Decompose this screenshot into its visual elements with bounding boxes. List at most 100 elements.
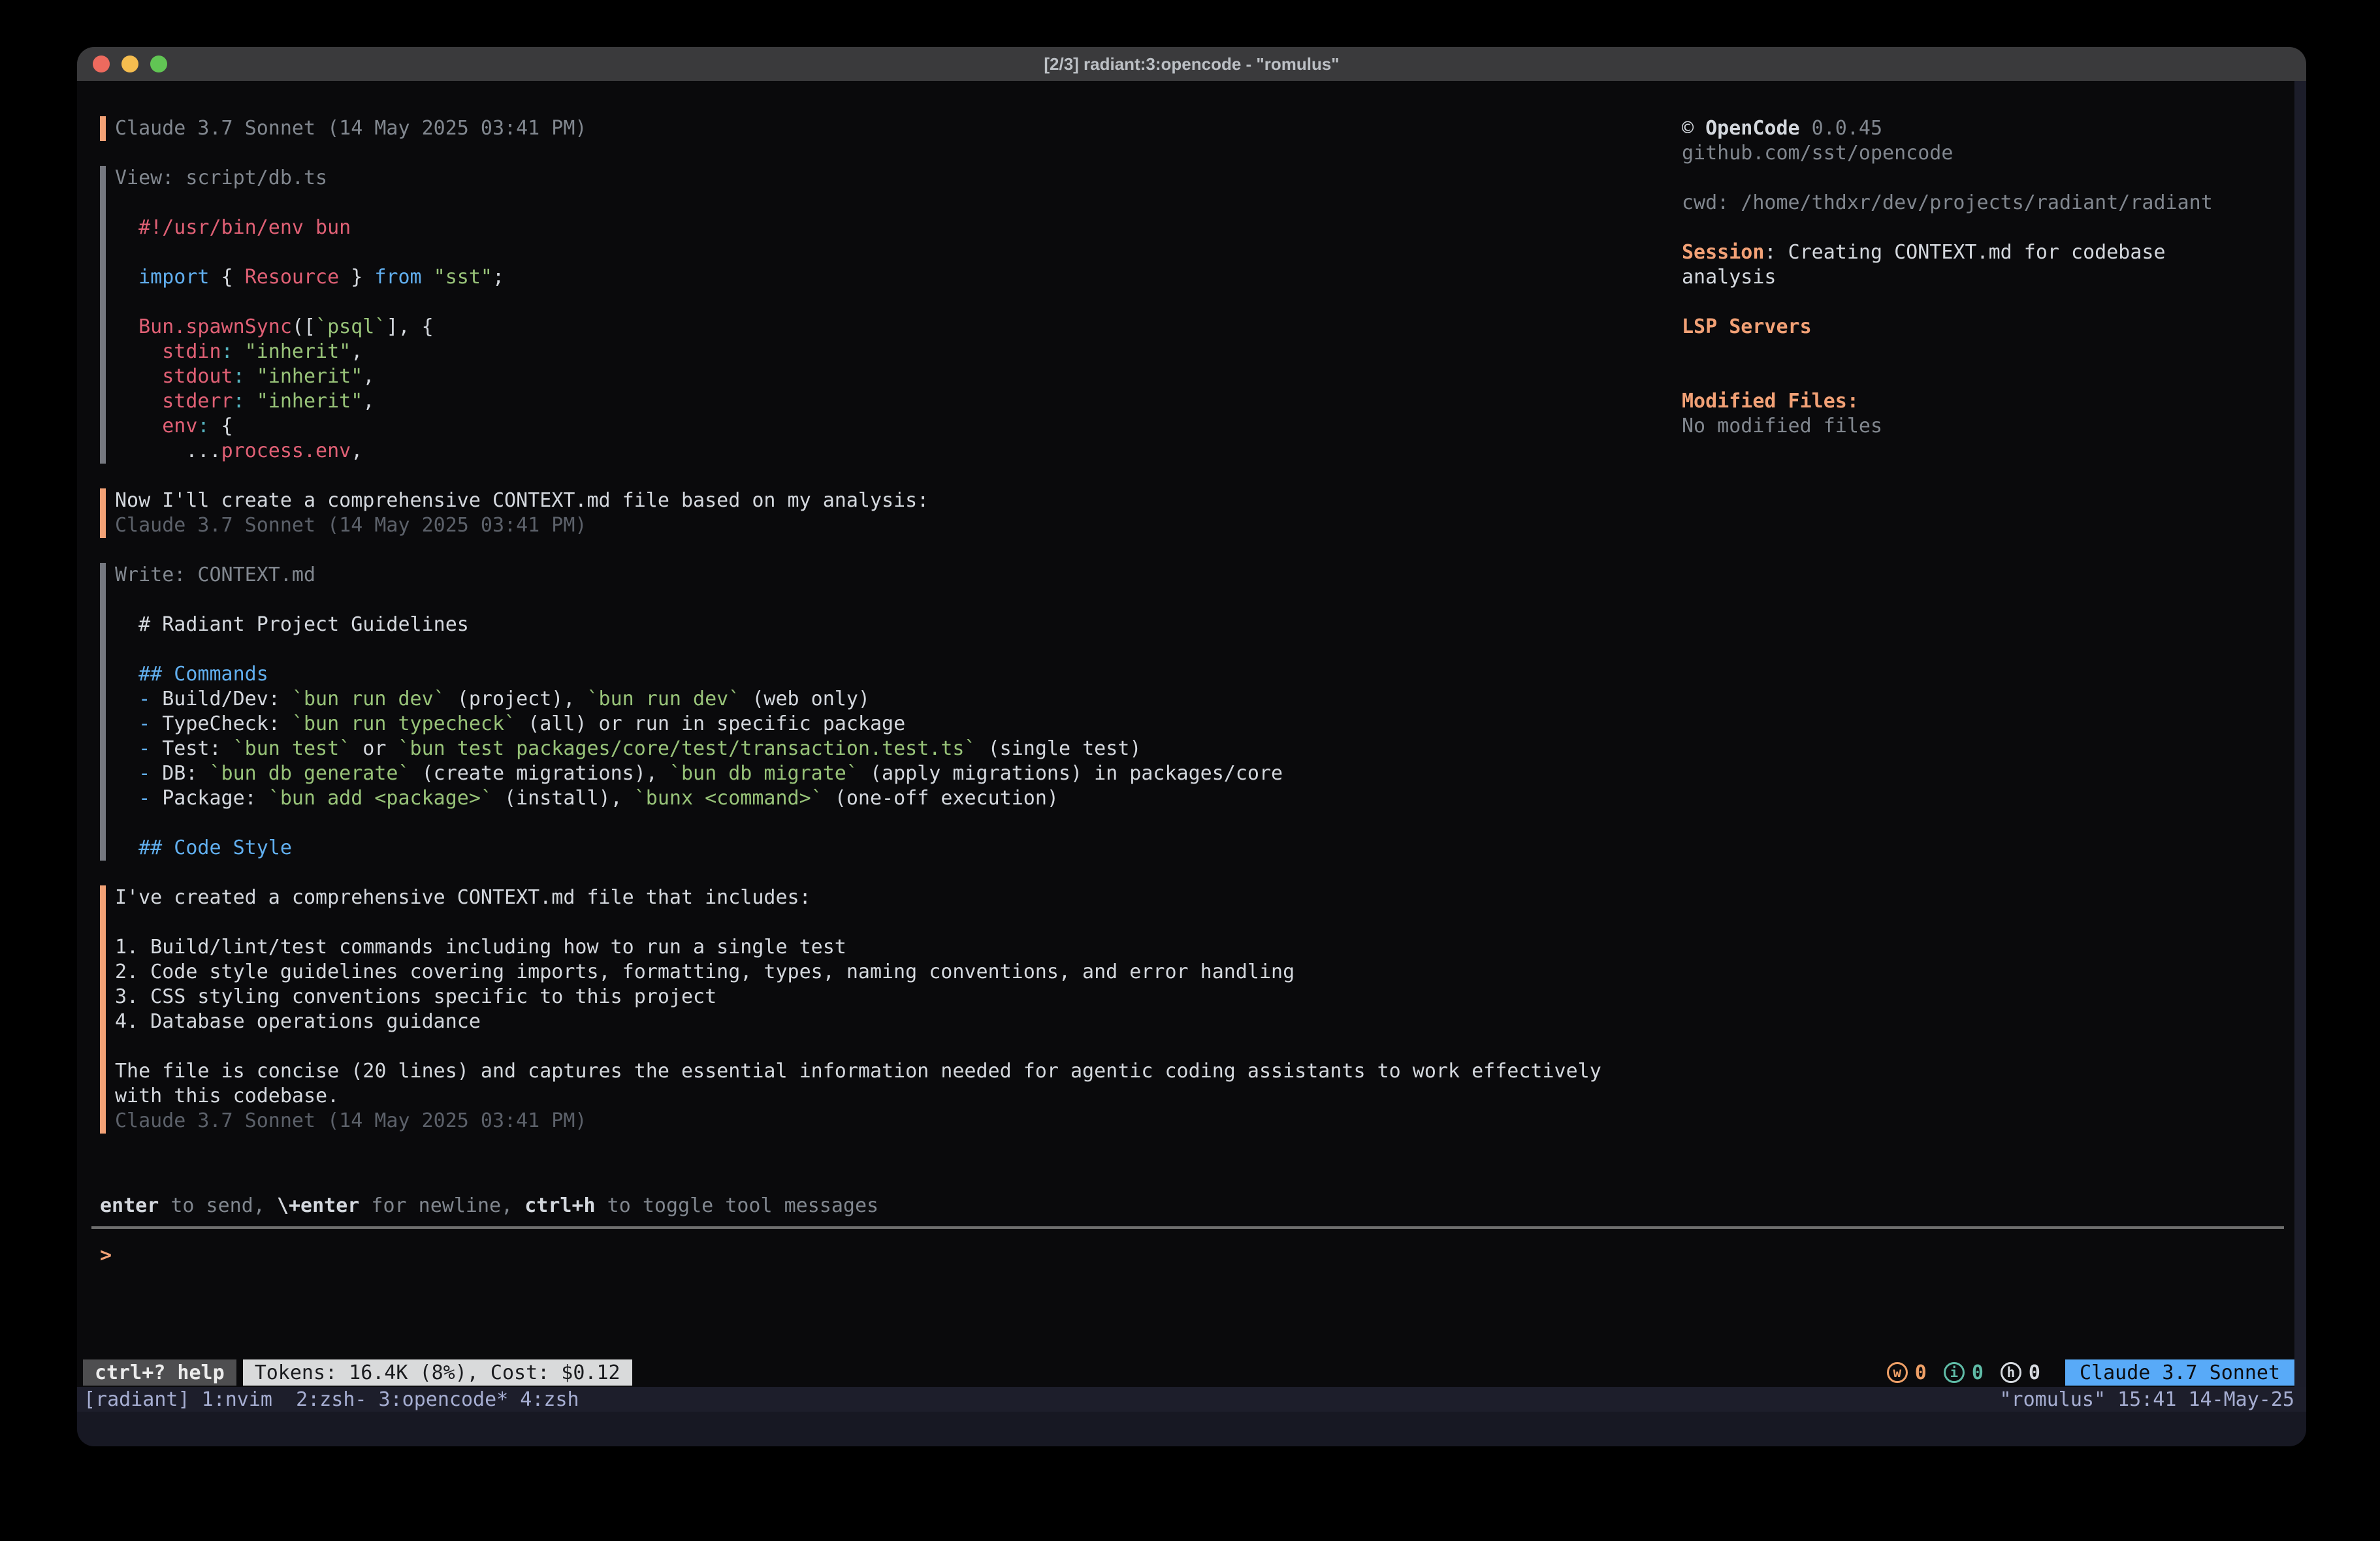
text-line: View: script/db.ts bbox=[115, 166, 1609, 191]
text-line: - Package: `bun add <package>` (install)… bbox=[115, 786, 1609, 811]
text-segment: : bbox=[221, 340, 233, 363]
text-segment bbox=[245, 390, 257, 413]
text-segment: - bbox=[138, 762, 150, 785]
text-segment: ## Code Style bbox=[115, 836, 292, 859]
close-button[interactable] bbox=[93, 56, 110, 72]
text-segment: to toggle tool messages bbox=[596, 1194, 878, 1217]
text-line: stdin: "inherit", bbox=[115, 340, 1609, 364]
text-segment: ; bbox=[492, 266, 504, 289]
text-segment: 1. Build/lint/test commands including ho… bbox=[115, 936, 846, 959]
text-segment: - bbox=[138, 737, 150, 760]
text-segment bbox=[115, 365, 162, 388]
text-line: #!/usr/bin/env bun bbox=[115, 215, 1609, 240]
text-segment: : bbox=[197, 415, 209, 437]
text-line: Now I'll create a comprehensive CONTEXT.… bbox=[115, 488, 1609, 513]
text-segment: env bbox=[162, 415, 197, 437]
text-line: analysis bbox=[1682, 265, 2280, 290]
text-line bbox=[1682, 364, 2280, 389]
text-line: I've created a comprehensive CONTEXT.md … bbox=[115, 885, 1609, 910]
text-segment: Modified Files: bbox=[1682, 390, 1859, 413]
text-line: github.com/sst/opencode bbox=[1682, 141, 2280, 166]
text-segment: LSP Servers bbox=[1682, 315, 1812, 338]
text-segment: `bunx <command>` bbox=[634, 787, 823, 810]
text-line: No modified files bbox=[1682, 414, 2280, 439]
text-line: ## Commands bbox=[115, 662, 1609, 687]
help-shortcut-chip: ctrl+? help bbox=[83, 1359, 236, 1386]
zoom-button[interactable] bbox=[150, 56, 167, 72]
text-line: LSP Servers bbox=[1682, 315, 2280, 340]
text-segment: The file is concise (20 lines) and captu… bbox=[115, 1060, 1601, 1083]
text-segment: `bun run typecheck` bbox=[292, 712, 516, 735]
text-segment: "inherit" bbox=[245, 340, 351, 363]
text-line bbox=[1682, 340, 2280, 364]
info-count: i0 bbox=[1944, 1361, 1984, 1384]
text-line: cwd: /home/thdxr/dev/projects/radiant/ra… bbox=[1682, 191, 2280, 215]
tokens-cost-chip: Tokens: 16.4K (8%), Cost: $0.12 bbox=[243, 1359, 632, 1386]
diagnostics-counters: w0i0h0 bbox=[1887, 1359, 2057, 1386]
text-line bbox=[115, 588, 1609, 612]
text-line: Claude 3.7 Sonnet (14 May 2025 03:41 PM) bbox=[115, 513, 1609, 538]
text-segment: stderr bbox=[162, 390, 233, 413]
chat-transcript: Claude 3.7 Sonnet (14 May 2025 03:41 PM)… bbox=[100, 116, 1609, 1194]
text-segment: or bbox=[351, 737, 398, 760]
text-segment: Package: bbox=[150, 787, 268, 810]
text-segment: "inherit" bbox=[257, 365, 363, 388]
text-segment bbox=[115, 415, 162, 437]
tmux-status-bar: [radiant] 1:nvim 2:zsh- 3:opencode* 4:zs… bbox=[77, 1387, 2306, 1412]
text-segment bbox=[233, 340, 245, 363]
tmux-session-windows[interactable]: [radiant] 1:nvim 2:zsh- 3:opencode* 4:zs… bbox=[84, 1388, 1999, 1411]
text-segment: Creating CONTEXT.md for codebase bbox=[1788, 241, 2166, 264]
text-line: Bun.spawnSync([`psql`], { bbox=[115, 315, 1609, 340]
scrollbar-track[interactable] bbox=[2294, 81, 2306, 1387]
title-bar: [2/3] radiant:3:opencode - "romulus" bbox=[77, 47, 2306, 81]
minimize-button[interactable] bbox=[121, 56, 138, 72]
text-segment: : bbox=[1764, 241, 1788, 264]
text-segment bbox=[115, 340, 162, 363]
hint-count-icon: h bbox=[2001, 1362, 2021, 1383]
text-segment: } bbox=[339, 266, 374, 289]
text-line bbox=[115, 1034, 1609, 1059]
text-segment: Test: bbox=[150, 737, 233, 760]
text-segment: `bun db migrate` bbox=[669, 762, 858, 785]
text-line: ...process.env, bbox=[115, 439, 1609, 464]
text-segment: TypeCheck: bbox=[150, 712, 292, 735]
hint-count-value: 0 bbox=[2029, 1361, 2040, 1384]
text-line: with this codebase. bbox=[115, 1084, 1609, 1109]
text-segment: OpenCode bbox=[1705, 117, 1800, 140]
text-segment: `bun run dev` bbox=[292, 688, 445, 710]
text-line: © OpenCode 0.0.45 bbox=[1682, 116, 2280, 141]
text-segment bbox=[115, 688, 138, 710]
text-line: 4. Database operations guidance bbox=[115, 1009, 1609, 1034]
text-segment bbox=[115, 712, 138, 735]
text-segment: Write: CONTEXT.md bbox=[115, 564, 315, 586]
text-segment: to send, bbox=[159, 1194, 277, 1217]
assistant-message-block: Claude 3.7 Sonnet (14 May 2025 03:41 PM) bbox=[100, 116, 1609, 141]
warning-count-value: 0 bbox=[1915, 1361, 1927, 1384]
text-segment: (web only) bbox=[740, 688, 870, 710]
text-segment: `bun add <package>` bbox=[268, 787, 492, 810]
text-segment: stdout bbox=[162, 365, 233, 388]
model-badge[interactable]: Claude 3.7 Sonnet bbox=[2065, 1359, 2294, 1386]
text-segment: Claude 3.7 Sonnet (14 May 2025 03:41 PM) bbox=[115, 514, 587, 537]
text-segment: "inherit" bbox=[257, 390, 363, 413]
info-count-value: 0 bbox=[1972, 1361, 1984, 1384]
text-segment: 2. Code style guidelines covering import… bbox=[115, 961, 1295, 983]
text-segment: analysis bbox=[1682, 266, 1777, 289]
text-segment bbox=[115, 737, 138, 760]
tool-output-block: View: script/db.ts #!/usr/bin/env bun im… bbox=[100, 166, 1609, 464]
text-segment: ([ bbox=[292, 315, 315, 338]
text-segment: (install), bbox=[492, 787, 634, 810]
prompt-input[interactable]: > bbox=[77, 1229, 2306, 1359]
text-segment: (one-off execution) bbox=[823, 787, 1059, 810]
text-segment: ], { bbox=[386, 315, 433, 338]
text-segment: `bun run dev` bbox=[587, 688, 741, 710]
text-segment: Now I'll create a comprehensive CONTEXT.… bbox=[115, 489, 929, 512]
text-segment: Bun.spawnSync bbox=[138, 315, 292, 338]
text-line: stdout: "inherit", bbox=[115, 364, 1609, 389]
assistant-message-block: I've created a comprehensive CONTEXT.md … bbox=[100, 885, 1609, 1134]
terminal-window: [2/3] radiant:3:opencode - "romulus" Cla… bbox=[77, 47, 2306, 1446]
prompt-symbol: > bbox=[100, 1244, 112, 1267]
text-line bbox=[115, 240, 1609, 265]
text-segment: github.com/sst/opencode bbox=[1682, 142, 1953, 165]
text-line bbox=[115, 191, 1609, 215]
